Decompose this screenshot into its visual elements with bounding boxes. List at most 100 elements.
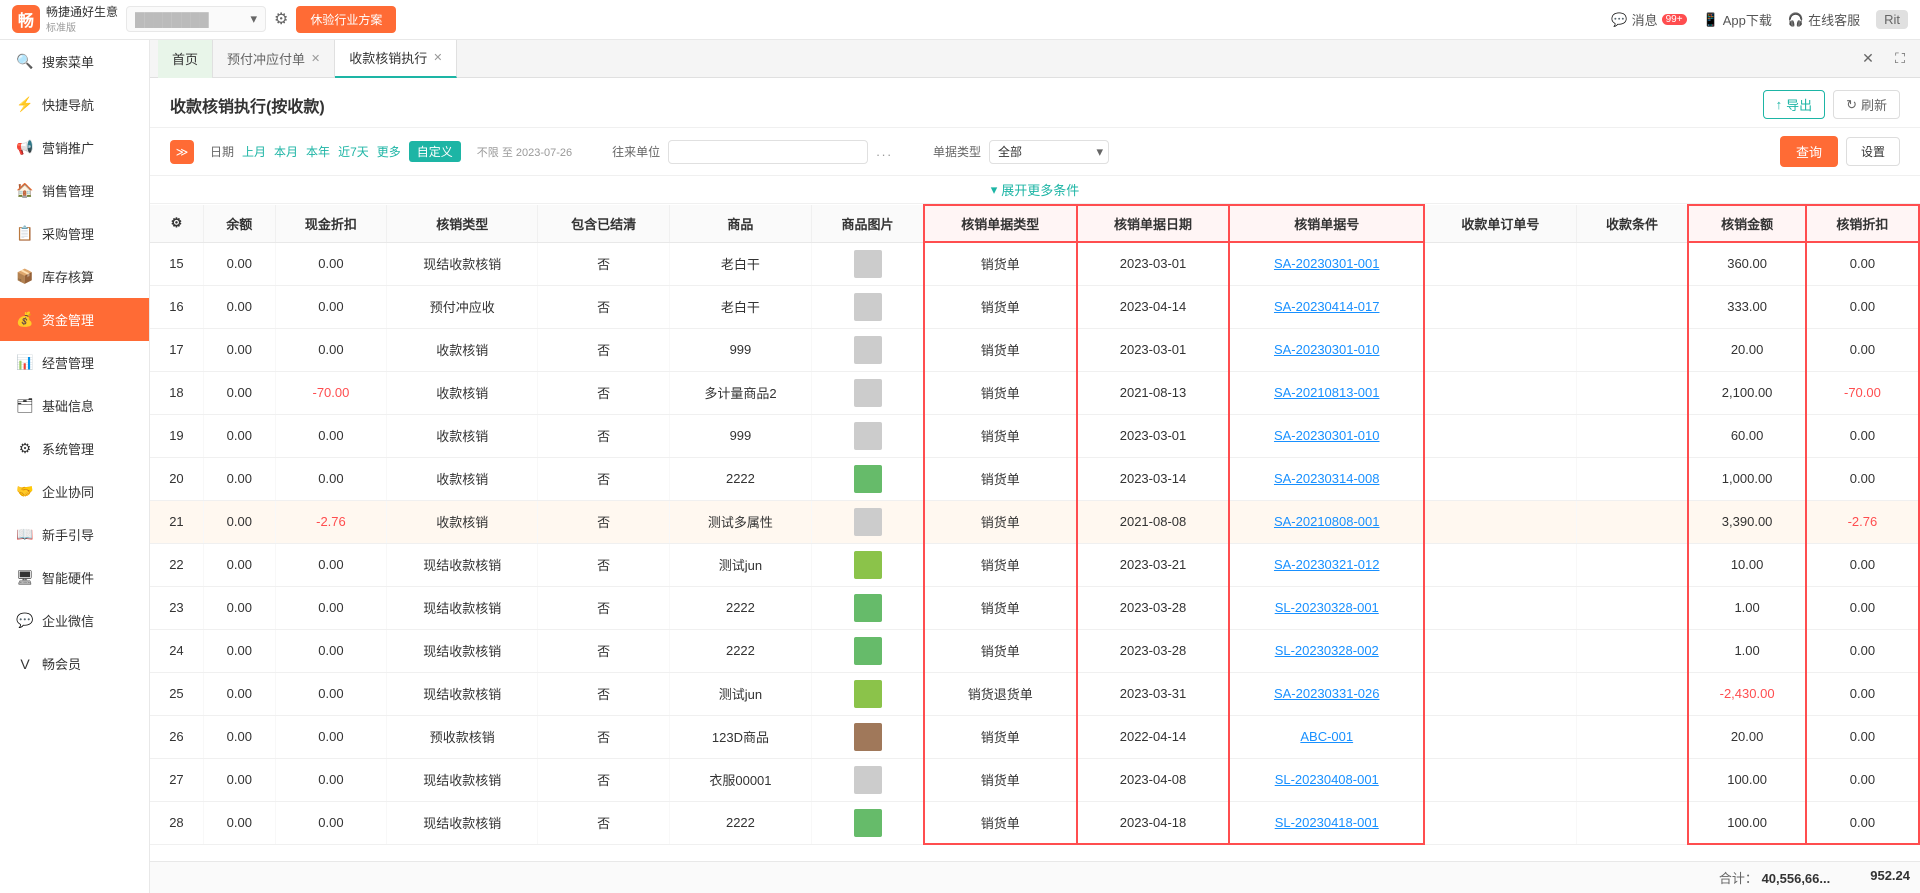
- export-button[interactable]: ↑ 导出: [1763, 90, 1826, 119]
- receipt-tab-close[interactable]: ✕: [433, 51, 442, 64]
- cell-write-off-amount: 1.00: [1688, 586, 1805, 629]
- system-icon: ⚙: [16, 440, 34, 457]
- filter-expand-button[interactable]: ≫: [170, 140, 194, 164]
- cell-product-image: [812, 758, 924, 801]
- product-thumb: [854, 336, 882, 364]
- sidebar-item-guide[interactable]: 📖 新手引导: [0, 513, 149, 556]
- settings-icon[interactable]: ⚙: [274, 9, 288, 29]
- col-write-off-discount: 核销折扣: [1806, 205, 1919, 242]
- cell-included-settled: 否: [538, 414, 669, 457]
- tab-maximize-button[interactable]: ⛶: [1888, 47, 1912, 71]
- date-option-this-month[interactable]: 本月: [274, 143, 298, 160]
- sidebar-item-marketing[interactable]: 📢 营销推广: [0, 126, 149, 169]
- cell-voucher-type: 销货单: [924, 543, 1077, 586]
- cell-cash-discount: 0.00: [275, 629, 387, 672]
- partner-dots: ...: [876, 144, 893, 159]
- sidebar-label-hardware: 智能硬件: [42, 568, 94, 587]
- sidebar-item-enterprise[interactable]: 🤝 企业协同: [0, 470, 149, 513]
- table-row: 27 0.00 0.00 现结收款核销 否 衣服00001 销货单 2023-0…: [150, 758, 1919, 801]
- sidebar-item-operation[interactable]: 📊 经营管理: [0, 341, 149, 384]
- cell-balance: 0.00: [203, 715, 275, 758]
- cell-voucher-no[interactable]: SL-20230328-002: [1229, 629, 1424, 672]
- sidebar-item-shortcut[interactable]: ⚡ 快捷导航: [0, 83, 149, 126]
- refresh-label: 刷新: [1861, 95, 1887, 114]
- tab-home[interactable]: 首页: [158, 40, 213, 78]
- cell-voucher-no[interactable]: SA-20210808-001: [1229, 500, 1424, 543]
- cell-voucher-no[interactable]: SL-20230418-001: [1229, 801, 1424, 844]
- expand-more-button[interactable]: ▾ 展开更多条件: [991, 180, 1080, 199]
- cell-product-image: [812, 629, 924, 672]
- prepay-tab-close[interactable]: ✕: [311, 52, 320, 65]
- sidebar-item-member[interactable]: V 畅会员: [0, 642, 149, 685]
- product-thumb: [854, 766, 882, 794]
- cell-balance: 0.00: [203, 543, 275, 586]
- cell-product: 2222: [669, 629, 811, 672]
- date-options: 上月 本月 本年 近7天 更多 自定义: [242, 141, 461, 162]
- cell-voucher-no[interactable]: SA-20230301-010: [1229, 414, 1424, 457]
- tab-bar: 首页 预付冲应付单 ✕ 收款核销执行 ✕ ✕ ⛶: [150, 40, 1920, 78]
- cell-voucher-no[interactable]: SL-20230408-001: [1229, 758, 1424, 801]
- cell-voucher-type: 销货退货单: [924, 672, 1077, 715]
- sidebar-item-purchase[interactable]: 📋 采购管理: [0, 212, 149, 255]
- date-option-7days[interactable]: 近7天: [338, 143, 369, 160]
- sidebar-item-hardware[interactable]: 🖥 智能硬件: [0, 556, 149, 599]
- cell-balance: 0.00: [203, 371, 275, 414]
- product-thumb: [854, 379, 882, 407]
- refresh-button[interactable]: ↻ 刷新: [1833, 90, 1900, 119]
- cell-voucher-no[interactable]: SA-20230301-001: [1229, 242, 1424, 285]
- col-setting[interactable]: ⚙: [150, 205, 203, 242]
- cell-seq: 15: [150, 242, 203, 285]
- cell-voucher-no[interactable]: ABC-001: [1229, 715, 1424, 758]
- notification-item[interactable]: 💬 消息 99+: [1611, 10, 1686, 29]
- cell-voucher-no[interactable]: SA-20210813-001: [1229, 371, 1424, 414]
- sidebar-item-sales[interactable]: 🏠 销售管理: [0, 169, 149, 212]
- product-thumb: [854, 594, 882, 622]
- sidebar-label-member: 畅会员: [42, 654, 81, 673]
- cell-write-off-discount: 0.00: [1806, 672, 1919, 715]
- date-custom-button[interactable]: 自定义: [409, 141, 461, 162]
- cell-voucher-no[interactable]: SA-20230301-010: [1229, 328, 1424, 371]
- cell-product: 999: [669, 414, 811, 457]
- col-balance: 余额: [203, 205, 275, 242]
- sidebar-item-wechat[interactable]: 💬 企业微信: [0, 599, 149, 642]
- col-voucher-type: 核销单据类型: [924, 205, 1077, 242]
- cell-product: 2222: [669, 586, 811, 629]
- customer-service-item[interactable]: 🎧 在线客服: [1788, 10, 1860, 29]
- sidebar-item-finance[interactable]: 💰 资金管理: [0, 298, 149, 341]
- cell-voucher-date: 2023-03-01: [1077, 242, 1230, 285]
- sidebar-item-search[interactable]: 🔍 搜索菜单: [0, 40, 149, 83]
- sidebar-item-inventory[interactable]: 📦 库存核算: [0, 255, 149, 298]
- cell-balance: 0.00: [203, 500, 275, 543]
- date-option-this-year[interactable]: 本年: [306, 143, 330, 160]
- setting-button[interactable]: 设置: [1846, 137, 1900, 166]
- cell-voucher-no[interactable]: SA-20230414-017: [1229, 285, 1424, 328]
- tab-prepay[interactable]: 预付冲应付单 ✕: [213, 40, 335, 78]
- app-download-item[interactable]: 📱 App下载: [1703, 10, 1772, 29]
- cell-voucher-no[interactable]: SA-20230331-026: [1229, 672, 1424, 715]
- date-option-more[interactable]: 更多: [377, 143, 401, 160]
- cell-voucher-date: 2023-03-21: [1077, 543, 1230, 586]
- query-button[interactable]: 查询: [1780, 136, 1838, 167]
- top-bar-left: 畅 畅捷通好生意 标准版 ████████ ▾ ⚙ 休验行业方案: [12, 5, 1599, 34]
- cell-voucher-no[interactable]: SL-20230328-001: [1229, 586, 1424, 629]
- partner-filter-input[interactable]: [668, 140, 868, 164]
- sidebar-item-system[interactable]: ⚙ 系统管理: [0, 427, 149, 470]
- cell-voucher-no[interactable]: SA-20230321-012: [1229, 543, 1424, 586]
- sidebar-item-basic[interactable]: 🗂 基础信息: [0, 384, 149, 427]
- company-selector[interactable]: ████████ ▾: [126, 6, 266, 32]
- brand-info: 畅捷通好生意 标准版: [46, 5, 118, 34]
- cell-receipt-condition: [1576, 500, 1688, 543]
- cell-product: 老白干: [669, 242, 811, 285]
- cell-voucher-no[interactable]: SA-20230314-008: [1229, 457, 1424, 500]
- voucher-type-select[interactable]: 全部: [989, 140, 1109, 164]
- tab-receipt[interactable]: 收款核销执行 ✕: [335, 40, 457, 78]
- cell-seq: 27: [150, 758, 203, 801]
- industry-button[interactable]: 休验行业方案: [296, 6, 396, 33]
- cell-seq: 24: [150, 629, 203, 672]
- brand-logo: 畅: [12, 5, 40, 33]
- tab-close-button[interactable]: ✕: [1856, 47, 1880, 71]
- user-avatar[interactable]: Rit: [1876, 10, 1908, 29]
- cell-write-off-amount: 1.00: [1688, 629, 1805, 672]
- date-option-last-month[interactable]: 上月: [242, 143, 266, 160]
- expand-more-icon: ▾: [991, 182, 998, 198]
